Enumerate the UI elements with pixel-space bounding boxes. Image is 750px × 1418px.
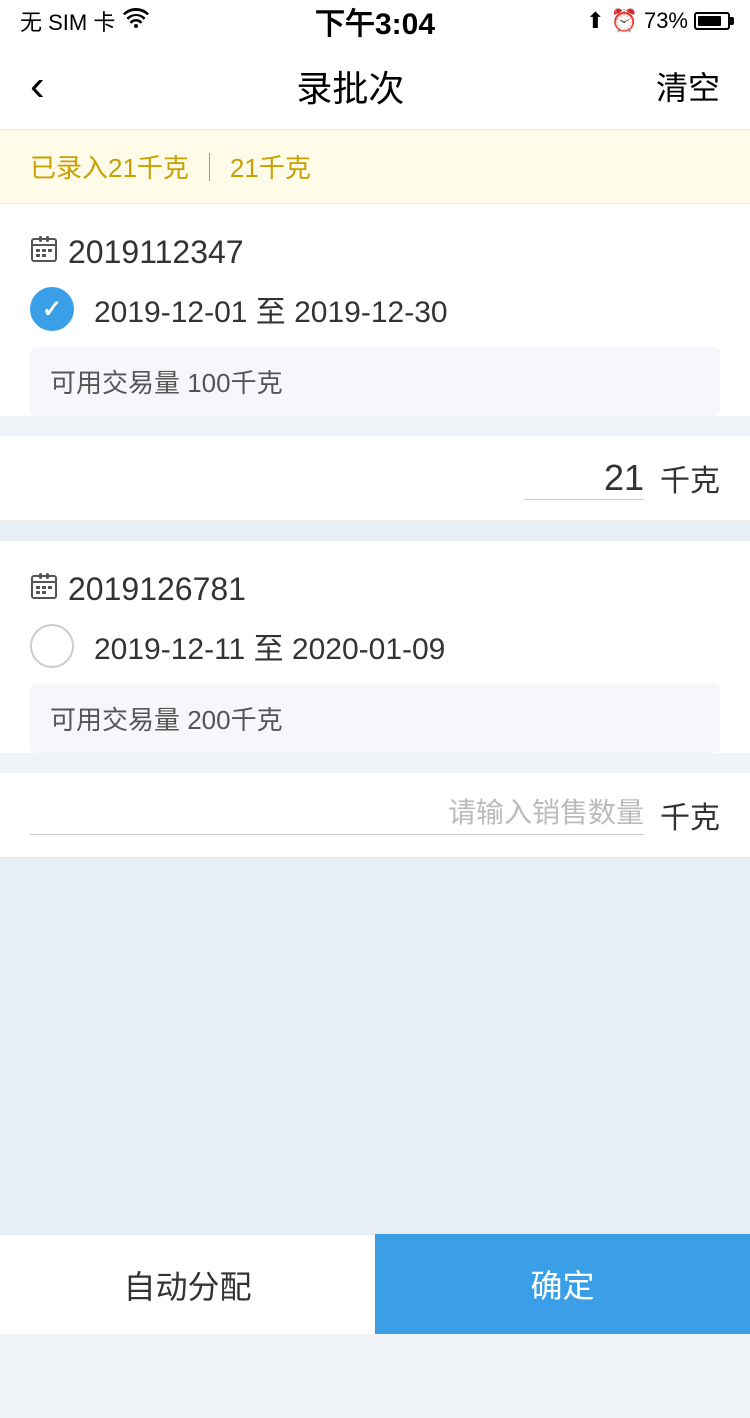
- info-bar: 已录入21千克 21千克: [0, 130, 750, 204]
- page-title: 录批次: [296, 60, 404, 112]
- location-icon: ⬆: [586, 8, 604, 34]
- batch-2-input-container[interactable]: [30, 796, 644, 835]
- carrier-text: 无 SIM 卡: [20, 5, 115, 37]
- status-icons: ⬆ ⏰ 73%: [586, 8, 730, 34]
- batch-1-availability: 可用交易量 100千克: [30, 347, 720, 416]
- status-time: 下午3:04: [315, 0, 435, 43]
- auto-distribute-button[interactable]: 自动分配: [0, 1234, 375, 1334]
- recorded-amount: 已录入21千克: [30, 148, 189, 185]
- nav-bar: ‹ 录批次 清空: [0, 42, 750, 130]
- batch-2-qty-input[interactable]: [258, 796, 644, 830]
- info-divider: [209, 153, 210, 181]
- batch-2-icon: [30, 572, 58, 607]
- batch-2-id: 2019126781: [68, 571, 246, 608]
- batch-1-date-row: 2019-12-01 至 2019-12-30: [30, 287, 720, 331]
- batch-2-header: 2019126781: [30, 571, 720, 608]
- batch-item-1[interactable]: 2019112347 2019-12-01 至 2019-12-30 可用交易量…: [0, 204, 750, 416]
- batch-2-date-row: 2019-12-11 至 2020-01-09: [30, 624, 720, 668]
- battery-percent: 73%: [644, 8, 688, 34]
- alarm-icon: ⏰: [611, 8, 638, 34]
- batch-1-date: 2019-12-01 至 2019-12-30: [94, 287, 448, 331]
- section-divider-2: [0, 858, 750, 878]
- total-amount: 21千克: [230, 148, 311, 185]
- batch-item-2[interactable]: 2019126781 2019-12-11 至 2020-01-09 可用交易量…: [0, 541, 750, 753]
- back-button[interactable]: ‹: [30, 61, 45, 111]
- batch-1-header: 2019112347: [30, 234, 720, 271]
- clear-button[interactable]: 清空: [656, 63, 720, 109]
- batch-2-input-row[interactable]: 千克: [0, 773, 750, 858]
- batch-1-id: 2019112347: [68, 234, 244, 271]
- confirm-button[interactable]: 确定: [375, 1234, 750, 1334]
- batch-2-radio[interactable]: [30, 624, 74, 668]
- batch-1-qty-row: 21 千克: [0, 436, 750, 521]
- wifi-icon: [123, 8, 149, 34]
- batch-2-date: 2019-12-11 至 2020-01-09: [94, 624, 445, 668]
- batch-1-radio[interactable]: [30, 287, 74, 331]
- batch-1-unit: 千克: [660, 456, 720, 500]
- batch-1-qty-value: 21: [524, 457, 644, 500]
- section-divider-1: [0, 521, 750, 541]
- batch-1-quantity: 21: [604, 457, 644, 498]
- batch-2-availability: 可用交易量 200千克: [30, 684, 720, 753]
- status-carrier: 无 SIM 卡: [20, 5, 149, 37]
- batch-2-unit: 千克: [660, 793, 720, 837]
- battery-icon: [694, 12, 730, 30]
- bottom-bar: 自动分配 确定: [0, 1234, 750, 1334]
- batch-1-icon: [30, 235, 58, 270]
- status-bar: 无 SIM 卡 下午3:04 ⬆ ⏰ 73%: [0, 0, 750, 42]
